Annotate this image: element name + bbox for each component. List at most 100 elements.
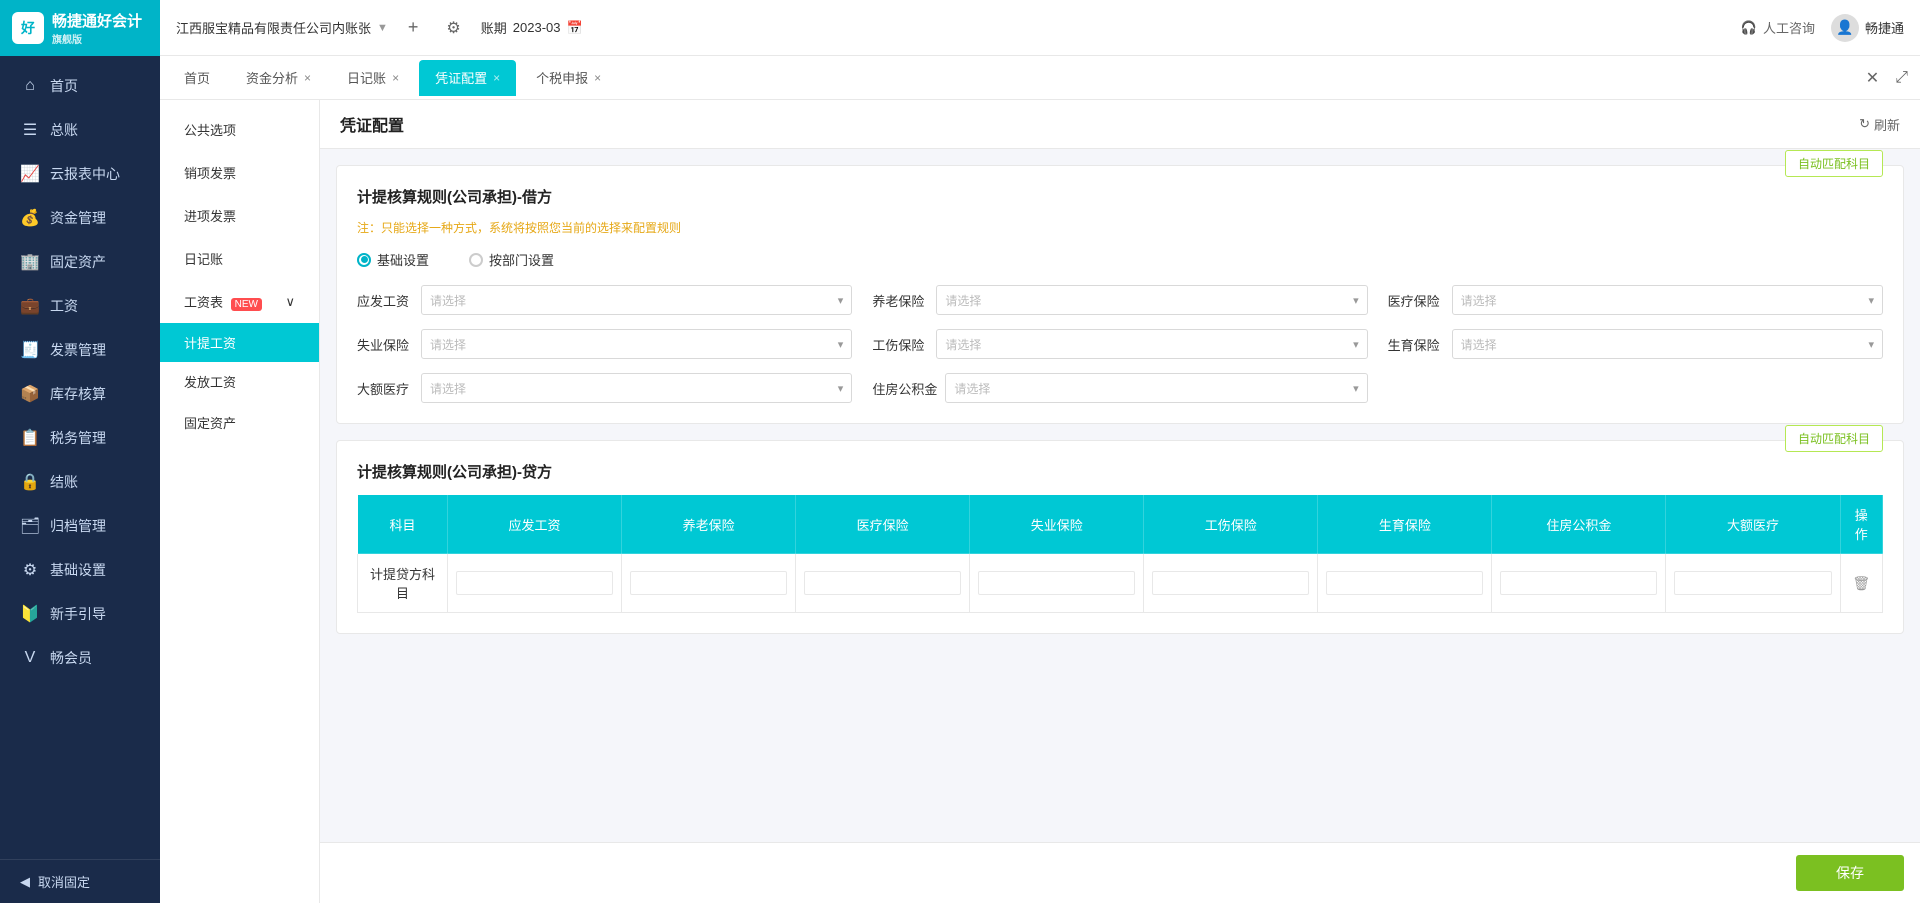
tab-home-label: 首页 — [184, 68, 210, 87]
select-maternity[interactable]: 请选择 ▾ — [1452, 329, 1883, 359]
tab-voucher-label: 凭证配置 — [435, 68, 487, 87]
sidebar-item-report[interactable]: 📈 云报表中心 — [0, 152, 160, 196]
sidebar-item-asset[interactable]: 🏢 固定资产 — [0, 240, 160, 284]
sidebar-item-fund[interactable]: 💰 资金管理 — [0, 196, 160, 240]
menu-sales[interactable]: 销项发票 — [160, 151, 319, 194]
add-tab-button[interactable]: + — [400, 13, 427, 42]
report-icon: 📈 — [20, 164, 40, 184]
label-large-medical: 大额医疗 — [357, 379, 413, 398]
select-unemployment-placeholder: 请选择 — [430, 336, 466, 353]
radio-dept[interactable]: 按部门设置 — [469, 250, 554, 269]
select-housing-placeholder: 请选择 — [954, 380, 990, 397]
sidebar-label-fund: 资金管理 — [50, 208, 106, 228]
sidebar-item-home[interactable]: ⌂ 首页 — [0, 64, 160, 108]
service-button[interactable]: 🎧 人工咨询 — [1741, 18, 1815, 37]
app-name: 畅捷通好会计 — [52, 13, 142, 30]
company-dropdown-icon: ▼ — [377, 22, 388, 34]
menu-journal-label: 日记账 — [184, 252, 223, 267]
select-pension-arrow: ▾ — [1353, 294, 1359, 307]
menu-fixed-asset[interactable]: 固定资产 — [160, 401, 319, 444]
select-injury[interactable]: 请选择 ▾ — [936, 329, 1367, 359]
sidebar-item-inventory[interactable]: 📦 库存核算 — [0, 372, 160, 416]
debit-section-note: 注：只能选择一种方式，系统将按照您当前的选择来配置规则 — [357, 219, 1883, 236]
sidebar-item-ledger[interactable]: ☰ 总账 — [0, 108, 160, 152]
company-selector[interactable]: 江西服宝精品有限责任公司内账张 ▼ — [176, 18, 388, 37]
sidebar-item-archive[interactable]: 🗂 归档管理 — [0, 504, 160, 548]
delete-row-button[interactable]: 🗑 — [1852, 575, 1870, 591]
select-large-medical[interactable]: 请选择 ▾ — [421, 373, 852, 403]
label-unemployment: 失业保险 — [357, 335, 413, 354]
asset-icon: 🏢 — [20, 252, 40, 272]
sidebar-label-close: 结账 — [50, 472, 78, 492]
tab-tax-close[interactable]: × — [594, 71, 601, 85]
cancel-pin-button[interactable]: ◀ 取消固定 — [0, 859, 160, 903]
tabs-actions: ✕ ⤢ — [1862, 64, 1912, 92]
radio-basic[interactable]: 基础设置 — [357, 250, 429, 269]
sidebar-item-tax[interactable]: 📋 税务管理 — [0, 416, 160, 460]
row-salary-input[interactable] — [456, 571, 613, 595]
menu-calc-salary-label: 计提工资 — [184, 336, 236, 351]
tab-journal[interactable]: 日记账 × — [331, 60, 415, 96]
tab-home[interactable]: 首页 — [168, 60, 226, 96]
select-housing[interactable]: 请选择 ▾ — [945, 373, 1367, 403]
menu-public[interactable]: 公共选项 — [160, 108, 319, 151]
row-injury-input-cell — [1144, 554, 1318, 613]
label-maternity: 生育保险 — [1388, 335, 1444, 354]
tab-fund[interactable]: 资金分析 × — [230, 60, 327, 96]
main-area: 江西服宝精品有限责任公司内账张 ▼ + ⚙ 账期 2023-03 📅 🎧 人工咨… — [160, 0, 1920, 903]
menu-purchase[interactable]: 进项发票 — [160, 194, 319, 237]
tab-voucher[interactable]: 凭证配置 × — [419, 60, 516, 96]
auto-match-credit-button[interactable]: 自动匹配科目 — [1785, 425, 1883, 452]
menu-journal[interactable]: 日记账 — [160, 237, 319, 280]
col-maternity: 生育保险 — [1318, 495, 1492, 554]
row-unemployment-input[interactable] — [978, 571, 1135, 595]
field-injury: 工伤保险 请选择 ▾ — [872, 329, 1367, 359]
settings-button[interactable]: ⚙ — [438, 14, 468, 42]
tab-journal-close[interactable]: × — [392, 71, 399, 85]
headphone-icon: 🎧 — [1741, 20, 1757, 36]
menu-calc-salary[interactable]: 计提工资 — [160, 323, 319, 362]
menu-pay-salary[interactable]: 发放工资 — [160, 362, 319, 401]
sidebar-item-vip[interactable]: V 畅会员 — [0, 636, 160, 680]
row-unemployment-input-cell — [970, 554, 1144, 613]
auto-match-debit-button[interactable]: 自动匹配科目 — [1785, 150, 1883, 177]
row-medical-input-cell — [796, 554, 970, 613]
row-maternity-input[interactable] — [1326, 571, 1483, 595]
sidebar-label-invoice: 发票管理 — [50, 340, 106, 360]
row-pension-input[interactable] — [630, 571, 787, 595]
sidebar-item-settings[interactable]: ⚙ 基础设置 — [0, 548, 160, 592]
select-medical[interactable]: 请选择 ▾ — [1452, 285, 1883, 315]
user-label: 畅捷通 — [1865, 18, 1904, 37]
tab-voucher-close[interactable]: × — [493, 71, 500, 85]
sidebar-label-guide: 新手引导 — [50, 604, 106, 624]
select-salary[interactable]: 请选择 ▾ — [421, 285, 852, 315]
sidebar-label-inventory: 库存核算 — [50, 384, 106, 404]
select-large-medical-arrow: ▾ — [838, 382, 844, 395]
tab-fund-close[interactable]: × — [304, 71, 311, 85]
sidebar-item-guide[interactable]: 🔰 新手引导 — [0, 592, 160, 636]
select-pension[interactable]: 请选择 ▾ — [936, 285, 1367, 315]
page-area: 凭证配置 ↻ 刷新 自动匹配科目 计提核算规则(公司承担)-借方 注：只能选择一… — [320, 100, 1920, 903]
label-pension: 养老保险 — [872, 291, 928, 310]
close-tab-button[interactable]: ✕ — [1862, 64, 1883, 92]
ledger-icon: ☰ — [20, 120, 40, 140]
col-large-medical: 大额医疗 — [1666, 495, 1840, 554]
select-unemployment[interactable]: 请选择 ▾ — [421, 329, 852, 359]
save-button[interactable]: 保存 — [1796, 855, 1904, 891]
select-salary-arrow: ▾ — [838, 294, 844, 307]
sidebar-item-close[interactable]: 🔒 结账 — [0, 460, 160, 504]
row-injury-input[interactable] — [1152, 571, 1309, 595]
row-medical-input[interactable] — [804, 571, 961, 595]
row-housing-input[interactable] — [1500, 571, 1657, 595]
inventory-icon: 📦 — [20, 384, 40, 404]
tab-tax[interactable]: 个税申报 × — [520, 60, 617, 96]
menu-salary-table[interactable]: 工资表 NEW ∨ — [160, 280, 319, 323]
app-edition: 旗舰版 — [52, 31, 142, 46]
sidebar-item-wage[interactable]: 💼 工资 — [0, 284, 160, 328]
refresh-button[interactable]: ↻ 刷新 — [1859, 115, 1900, 134]
user-button[interactable]: 👤 畅捷通 — [1831, 14, 1904, 42]
row-large-medical-input[interactable] — [1674, 571, 1831, 595]
sidebar-item-invoice[interactable]: 🧾 发票管理 — [0, 328, 160, 372]
row-salary-input-cell — [448, 554, 622, 613]
expand-tab-button[interactable]: ⤢ — [1891, 65, 1912, 91]
